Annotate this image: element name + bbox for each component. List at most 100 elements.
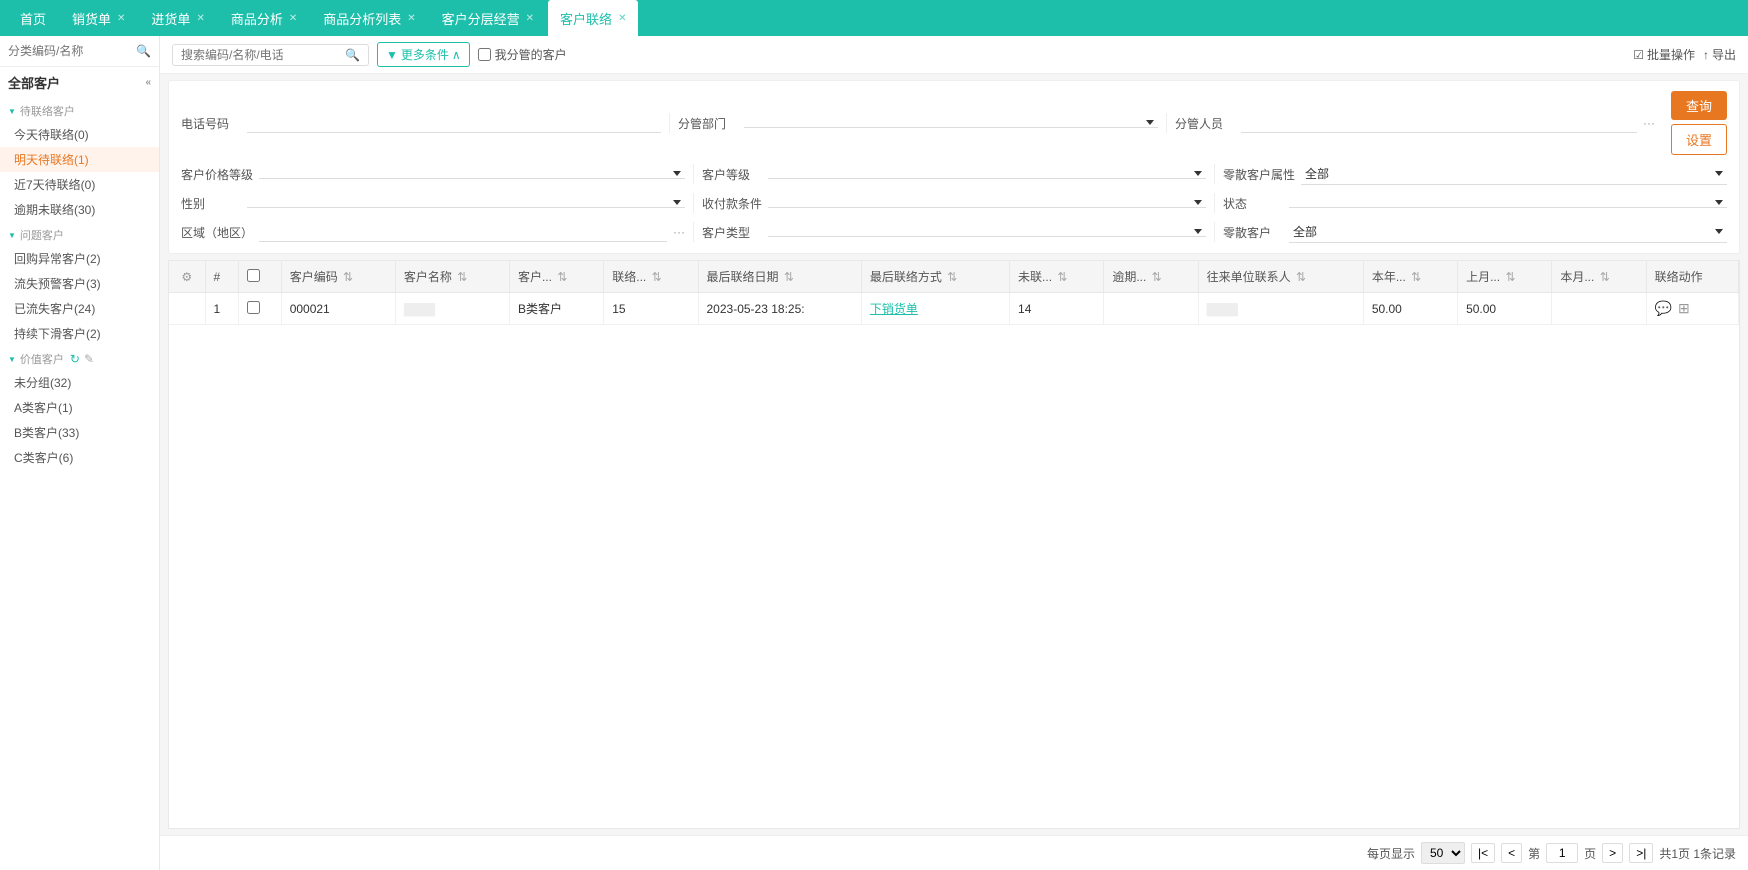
th-name[interactable]: 客户名称 ⇅	[395, 261, 509, 293]
settings-icon[interactable]: ⚙	[181, 270, 192, 284]
prev-page-button[interactable]: <	[1501, 843, 1522, 863]
sidebar-item-tomorrow-contact[interactable]: 明天待联络(1)	[0, 147, 159, 172]
close-icon[interactable]: ✕	[196, 13, 204, 24]
close-icon[interactable]: ✕	[618, 13, 626, 24]
row-checkbox[interactable]	[247, 301, 260, 314]
per-page-select[interactable]: 50	[1421, 842, 1465, 864]
last-method-link[interactable]: 下销货单	[870, 302, 918, 316]
collapse-icon[interactable]: «	[145, 77, 151, 88]
customer-level-label: 客户等级	[702, 166, 762, 183]
close-icon[interactable]: ✕	[526, 13, 534, 24]
edit-icon[interactable]: ✎	[84, 352, 94, 366]
search-icon[interactable]: 🔍	[345, 48, 360, 62]
sidebar-item-a-class[interactable]: A类客户(1)	[0, 395, 159, 420]
th-overdue[interactable]: 逾期... ⇅	[1104, 261, 1198, 293]
page-suffix: 页	[1584, 845, 1596, 862]
sidebar-item-ungrouped[interactable]: 未分组(32)	[0, 370, 159, 395]
th-last-method[interactable]: 最后联络方式 ⇅	[861, 261, 1009, 293]
phone-input[interactable]	[247, 114, 661, 133]
refresh-icon[interactable]: ↻	[70, 352, 80, 366]
sidebar-item-overdue-contact[interactable]: 逾期未联络(30)	[0, 197, 159, 222]
sidebar-item-churned[interactable]: 已流失客户(24)	[0, 296, 159, 321]
sidebar-item-b-class[interactable]: B类客户(33)	[0, 420, 159, 445]
last-page-button[interactable]: >|	[1629, 843, 1653, 863]
grid-icon[interactable]: ⊞	[1678, 300, 1690, 317]
sidebar-search-box[interactable]: 🔍	[0, 36, 159, 67]
area-input[interactable]	[259, 223, 667, 242]
nav-customer-contact[interactable]: 客户联络 ✕	[548, 0, 638, 36]
close-icon[interactable]: ✕	[289, 13, 297, 24]
select-all-checkbox[interactable]	[247, 269, 260, 282]
td-last-month: 50.00	[1458, 293, 1552, 325]
td-unit-contact: ████	[1198, 293, 1363, 325]
sidebar-item-declining[interactable]: 持续下滑客户(2)	[0, 321, 159, 346]
area-more-icon[interactable]: ···	[673, 225, 685, 239]
sidebar-item-c-class[interactable]: C类客户(6)	[0, 445, 159, 470]
nav-analysis-list[interactable]: 商品分析列表 ✕	[311, 0, 427, 36]
retail-attr-select[interactable]: 全部	[1301, 163, 1727, 185]
search-box[interactable]: 🔍	[172, 44, 369, 66]
customer-level-select[interactable]	[768, 169, 1206, 179]
manager-more-icon[interactable]: ···	[1643, 116, 1655, 130]
retail-customer-label: 零散客户	[1223, 224, 1283, 241]
dept-select[interactable]	[744, 118, 1158, 128]
total-label: 共1页 1条记录	[1659, 845, 1736, 862]
gender-select[interactable]	[247, 198, 685, 208]
sidebar-item-churn-warning[interactable]: 流失预警客户(3)	[0, 271, 159, 296]
my-customers-checkbox-label[interactable]: 我分管的客户	[478, 46, 567, 63]
filter-area: 区域（地区） ···	[181, 223, 685, 242]
th-gear[interactable]: ⚙	[169, 261, 205, 293]
status-select[interactable]	[1289, 198, 1727, 208]
query-button[interactable]: 查询	[1671, 91, 1727, 120]
th-type[interactable]: 客户... ⇅	[509, 261, 603, 293]
td-type: B类客户	[509, 293, 603, 325]
filter-icon: ▼	[386, 48, 398, 62]
nav-sales[interactable]: 销货单 ✕	[60, 0, 137, 36]
nav-purchase[interactable]: 进货单 ✕	[139, 0, 216, 36]
th-this-month[interactable]: 本月... ⇅	[1552, 261, 1646, 293]
per-page-label: 每页显示	[1367, 845, 1415, 862]
nav-customer-tier[interactable]: 客户分层经营 ✕	[430, 0, 546, 36]
payment-select[interactable]	[768, 198, 1206, 208]
th-last-month[interactable]: 上月... ⇅	[1458, 261, 1552, 293]
my-customers-checkbox[interactable]	[478, 48, 491, 61]
page-input[interactable]	[1546, 843, 1578, 863]
th-contact[interactable]: 联络... ⇅	[604, 261, 698, 293]
th-code[interactable]: 客户编码 ⇅	[281, 261, 395, 293]
checkbox-icon: ☑	[1633, 48, 1644, 62]
filter-button[interactable]: ▼ 更多条件 ∧	[377, 42, 470, 67]
next-page-button[interactable]: >	[1602, 843, 1623, 863]
area-label: 区域（地区）	[181, 224, 253, 241]
main-layout: 🔍 全部客户 « ▼ 待联络客户 今天待联络(0) 明天待联络(1) 近7天待联…	[0, 36, 1748, 870]
batch-button[interactable]: ☑ 批量操作	[1633, 46, 1695, 63]
nav-home[interactable]: 首页	[8, 0, 58, 36]
td-uncontacted: 14	[1010, 293, 1104, 325]
first-page-button[interactable]: |<	[1471, 843, 1495, 863]
filter-status: 状态	[1223, 195, 1727, 212]
settings-button[interactable]: 设置	[1671, 124, 1727, 155]
sidebar-item-repurchase-abnormal[interactable]: 回购异常客户(2)	[0, 246, 159, 271]
filter-payment: 收付款条件	[702, 195, 1206, 212]
comment-icon[interactable]: 💬	[1655, 300, 1672, 317]
nav-analysis[interactable]: 商品分析 ✕	[219, 0, 309, 36]
th-uncontacted[interactable]: 未联... ⇅	[1010, 261, 1104, 293]
th-this-year[interactable]: 本年... ⇅	[1363, 261, 1457, 293]
sort-icon: ⇅	[557, 270, 567, 284]
close-icon[interactable]: ✕	[117, 13, 125, 24]
th-unit-contact[interactable]: 往来单位联系人 ⇅	[1198, 261, 1363, 293]
search-icon[interactable]: 🔍	[136, 44, 151, 58]
export-button[interactable]: ↑ 导出	[1703, 46, 1736, 63]
sidebar-search-input[interactable]	[8, 44, 132, 58]
filter-manager: 分管人员 ···	[1175, 114, 1655, 133]
sidebar-item-7day-contact[interactable]: 近7天待联络(0)	[0, 172, 159, 197]
th-last-date[interactable]: 最后联络日期 ⇅	[698, 261, 861, 293]
close-icon[interactable]: ✕	[407, 13, 415, 24]
customer-type-select[interactable]	[768, 227, 1206, 237]
sidebar-item-today-contact[interactable]: 今天待联络(0)	[0, 122, 159, 147]
td-this-year: 50.00	[1363, 293, 1457, 325]
price-level-select[interactable]	[259, 169, 685, 179]
retail-customer-select[interactable]: 全部	[1289, 221, 1727, 243]
manager-input[interactable]	[1241, 114, 1637, 133]
all-customers-header[interactable]: 全部客户 «	[0, 67, 159, 98]
search-input[interactable]	[181, 48, 341, 62]
